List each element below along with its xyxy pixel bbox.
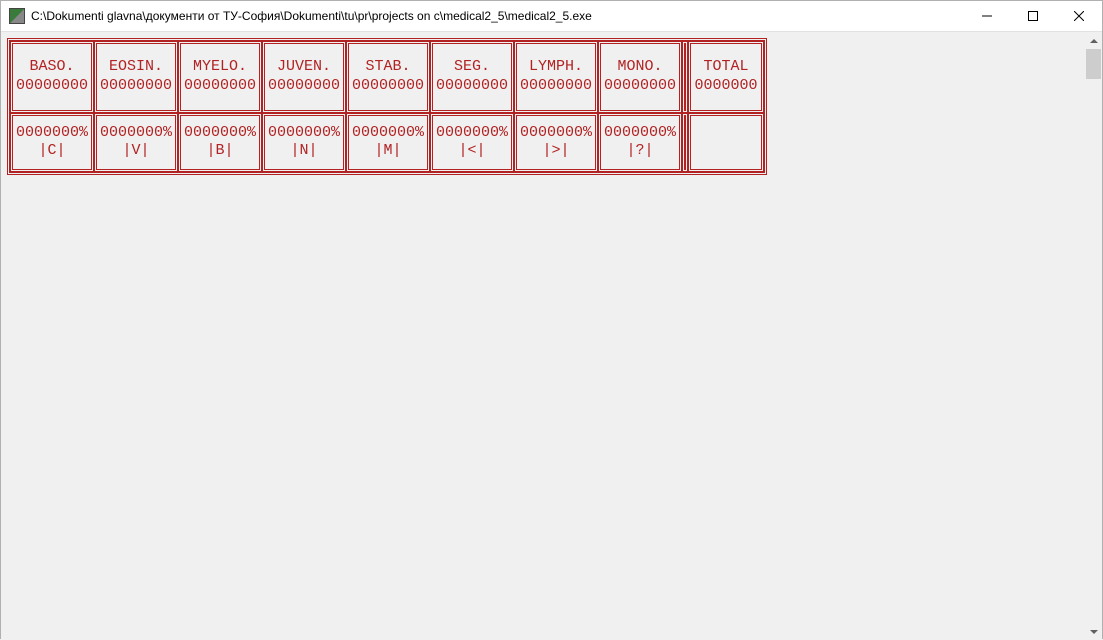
col-seg-header: SEG. 00000000	[433, 44, 511, 110]
col-myelo-key: 0000000% |B|	[181, 116, 259, 170]
vertical-scrollbar[interactable]	[1085, 32, 1102, 640]
col-lymph-key: 0000000% |>|	[517, 116, 595, 170]
col-eosin-header: EOSIN. 00000000	[97, 44, 175, 110]
scroll-thumb[interactable]	[1086, 49, 1101, 79]
titlebar: C:\Dokumenti glavna\документи от ТУ-Софи…	[1, 1, 1102, 32]
close-button[interactable]	[1056, 1, 1102, 31]
col-stab-header: STAB. 00000000	[349, 44, 427, 110]
col-mono-key: 0000000% |?|	[601, 116, 679, 170]
client-area: BASO. 00000000 EOSIN. 00000000 MYELO. 00…	[1, 32, 1102, 640]
minimize-button[interactable]	[964, 1, 1010, 31]
col-mono-header: MONO. 00000000	[601, 44, 679, 110]
header-row: BASO. 00000000 EOSIN. 00000000 MYELO. 00…	[10, 41, 764, 113]
col-total-empty	[691, 116, 761, 170]
col-juven-header: JUVEN. 00000000	[265, 44, 343, 110]
col-eosin-key: 0000000% |V|	[97, 116, 175, 170]
content-area: BASO. 00000000 EOSIN. 00000000 MYELO. 00…	[1, 32, 1102, 175]
col-baso-key: 0000000% |C|	[13, 116, 91, 170]
scroll-up-icon[interactable]	[1085, 32, 1102, 49]
cell-grid: BASO. 00000000 EOSIN. 00000000 MYELO. 00…	[7, 38, 767, 175]
col-seg-key: 0000000% |<|	[433, 116, 511, 170]
maximize-button[interactable]	[1010, 1, 1056, 31]
scroll-down-icon[interactable]	[1085, 623, 1102, 640]
col-myelo-header: MYELO. 00000000	[181, 44, 259, 110]
key-row: 0000000% |C| 0000000% |V| 0000000% |B| 0…	[10, 113, 764, 173]
window-title: C:\Dokumenti glavna\документи от ТУ-Софи…	[31, 9, 964, 23]
col-lymph-header: LYMPH. 00000000	[517, 44, 595, 110]
app-icon	[9, 8, 25, 24]
col-stab-key: 0000000% |M|	[349, 116, 427, 170]
col-baso-header: BASO. 00000000	[13, 44, 91, 110]
col-juven-key: 0000000% |N|	[265, 116, 343, 170]
window-controls	[964, 1, 1102, 31]
col-total-header: TOTAL 0000000	[691, 44, 761, 110]
